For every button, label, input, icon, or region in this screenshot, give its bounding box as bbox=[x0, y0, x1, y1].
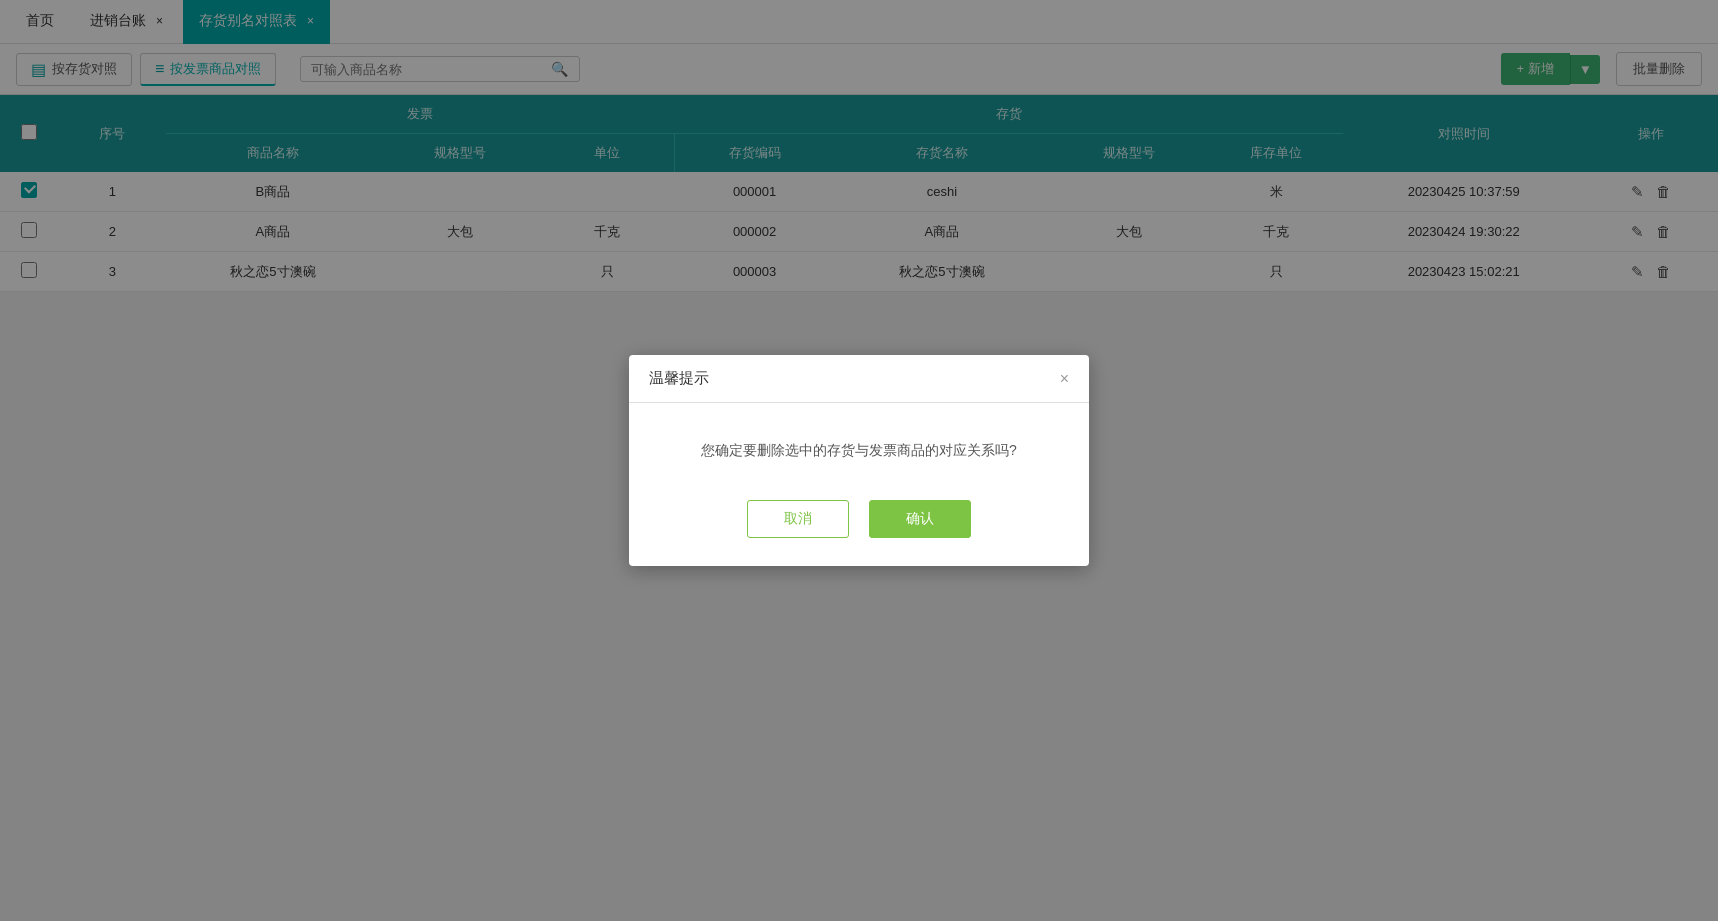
dialog-message: 您确定要删除选中的存货与发票商品的对应关系吗? bbox=[701, 442, 1017, 458]
dialog-close-btn[interactable]: × bbox=[1060, 370, 1069, 388]
btn-confirm[interactable]: 确认 bbox=[869, 500, 971, 538]
dialog-footer: 取消 确认 bbox=[629, 490, 1089, 566]
dialog-header: 温馨提示 × bbox=[629, 355, 1089, 403]
btn-cancel[interactable]: 取消 bbox=[747, 500, 849, 538]
btn-confirm-label: 确认 bbox=[906, 510, 934, 526]
dialog-body: 您确定要删除选中的存货与发票商品的对应关系吗? bbox=[629, 403, 1089, 489]
dialog-overlay: 温馨提示 × 您确定要删除选中的存货与发票商品的对应关系吗? 取消 确认 bbox=[0, 0, 1718, 921]
btn-cancel-label: 取消 bbox=[784, 510, 812, 526]
dialog-title: 温馨提示 bbox=[649, 369, 709, 388]
confirm-dialog: 温馨提示 × 您确定要删除选中的存货与发票商品的对应关系吗? 取消 确认 bbox=[629, 355, 1089, 565]
